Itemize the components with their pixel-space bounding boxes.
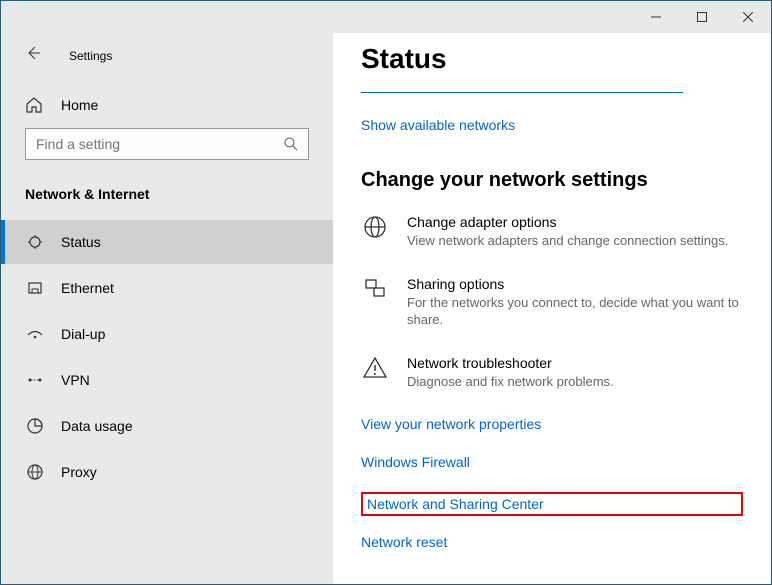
home-button[interactable]: Home bbox=[1, 86, 333, 124]
nav-label: Dial-up bbox=[61, 326, 105, 342]
link-network-reset[interactable]: Network reset bbox=[361, 534, 743, 550]
close-button[interactable] bbox=[725, 1, 771, 33]
home-label: Home bbox=[61, 97, 98, 113]
search-input[interactable] bbox=[25, 128, 309, 160]
datausage-icon bbox=[25, 416, 45, 436]
nav-label: Ethernet bbox=[61, 280, 114, 296]
nav-item-datausage[interactable]: Data usage bbox=[1, 404, 333, 448]
setting-desc: Diagnose and fix network problems. bbox=[407, 373, 743, 391]
setting-adapter[interactable]: Change adapter options View network adap… bbox=[361, 214, 743, 250]
setting-label: Change adapter options bbox=[407, 214, 743, 230]
maximize-button[interactable] bbox=[679, 1, 725, 33]
setting-label: Sharing options bbox=[407, 276, 743, 292]
page-title: Status bbox=[361, 43, 743, 75]
nav-label: Status bbox=[61, 234, 101, 250]
vpn-icon bbox=[25, 370, 45, 390]
nav-item-status[interactable]: Status bbox=[1, 220, 333, 264]
link-network-sharing-center[interactable]: Network and Sharing Center bbox=[361, 492, 743, 516]
nav-label: Data usage bbox=[61, 418, 133, 434]
back-button[interactable] bbox=[25, 45, 41, 66]
nav-label: VPN bbox=[61, 372, 90, 388]
nav-item-proxy[interactable]: Proxy bbox=[1, 450, 333, 494]
titlebar bbox=[1, 1, 771, 33]
home-icon bbox=[25, 96, 43, 114]
setting-sharing[interactable]: Sharing options For the networks you con… bbox=[361, 276, 743, 329]
globe-icon bbox=[361, 214, 389, 242]
nav-list: Status Ethernet Dial-up VPN bbox=[1, 218, 333, 496]
setting-desc: View network adapters and change connect… bbox=[407, 232, 743, 250]
setting-troubleshoot[interactable]: Network troubleshooter Diagnose and fix … bbox=[361, 355, 743, 391]
link-windows-firewall[interactable]: Windows Firewall bbox=[361, 454, 743, 470]
nav-item-ethernet[interactable]: Ethernet bbox=[1, 266, 333, 310]
search-field[interactable] bbox=[36, 136, 284, 152]
nav-item-vpn[interactable]: VPN bbox=[1, 358, 333, 402]
nav-item-dialup[interactable]: Dial-up bbox=[1, 312, 333, 356]
status-icon bbox=[25, 232, 45, 252]
dialup-icon bbox=[25, 324, 45, 344]
link-view-properties[interactable]: View your network properties bbox=[361, 416, 743, 432]
nav-label: Proxy bbox=[61, 464, 97, 480]
sharing-icon bbox=[361, 276, 389, 304]
sidebar: Settings Home Network & Internet Status bbox=[1, 33, 333, 584]
section-title: Change your network settings bbox=[361, 169, 743, 192]
link-show-networks[interactable]: Show available networks bbox=[361, 117, 515, 133]
proxy-icon bbox=[25, 462, 45, 482]
setting-label: Network troubleshooter bbox=[407, 355, 743, 371]
partial-link[interactable] bbox=[361, 83, 743, 99]
category-title: Network & Internet bbox=[1, 178, 333, 218]
ethernet-icon bbox=[25, 278, 45, 298]
warning-icon bbox=[361, 355, 389, 383]
search-icon bbox=[284, 137, 298, 151]
app-title: Settings bbox=[69, 49, 112, 63]
content[interactable]: Status Show available networks Change yo… bbox=[333, 33, 771, 584]
setting-desc: For the networks you connect to, decide … bbox=[407, 294, 743, 329]
minimize-button[interactable] bbox=[633, 1, 679, 33]
